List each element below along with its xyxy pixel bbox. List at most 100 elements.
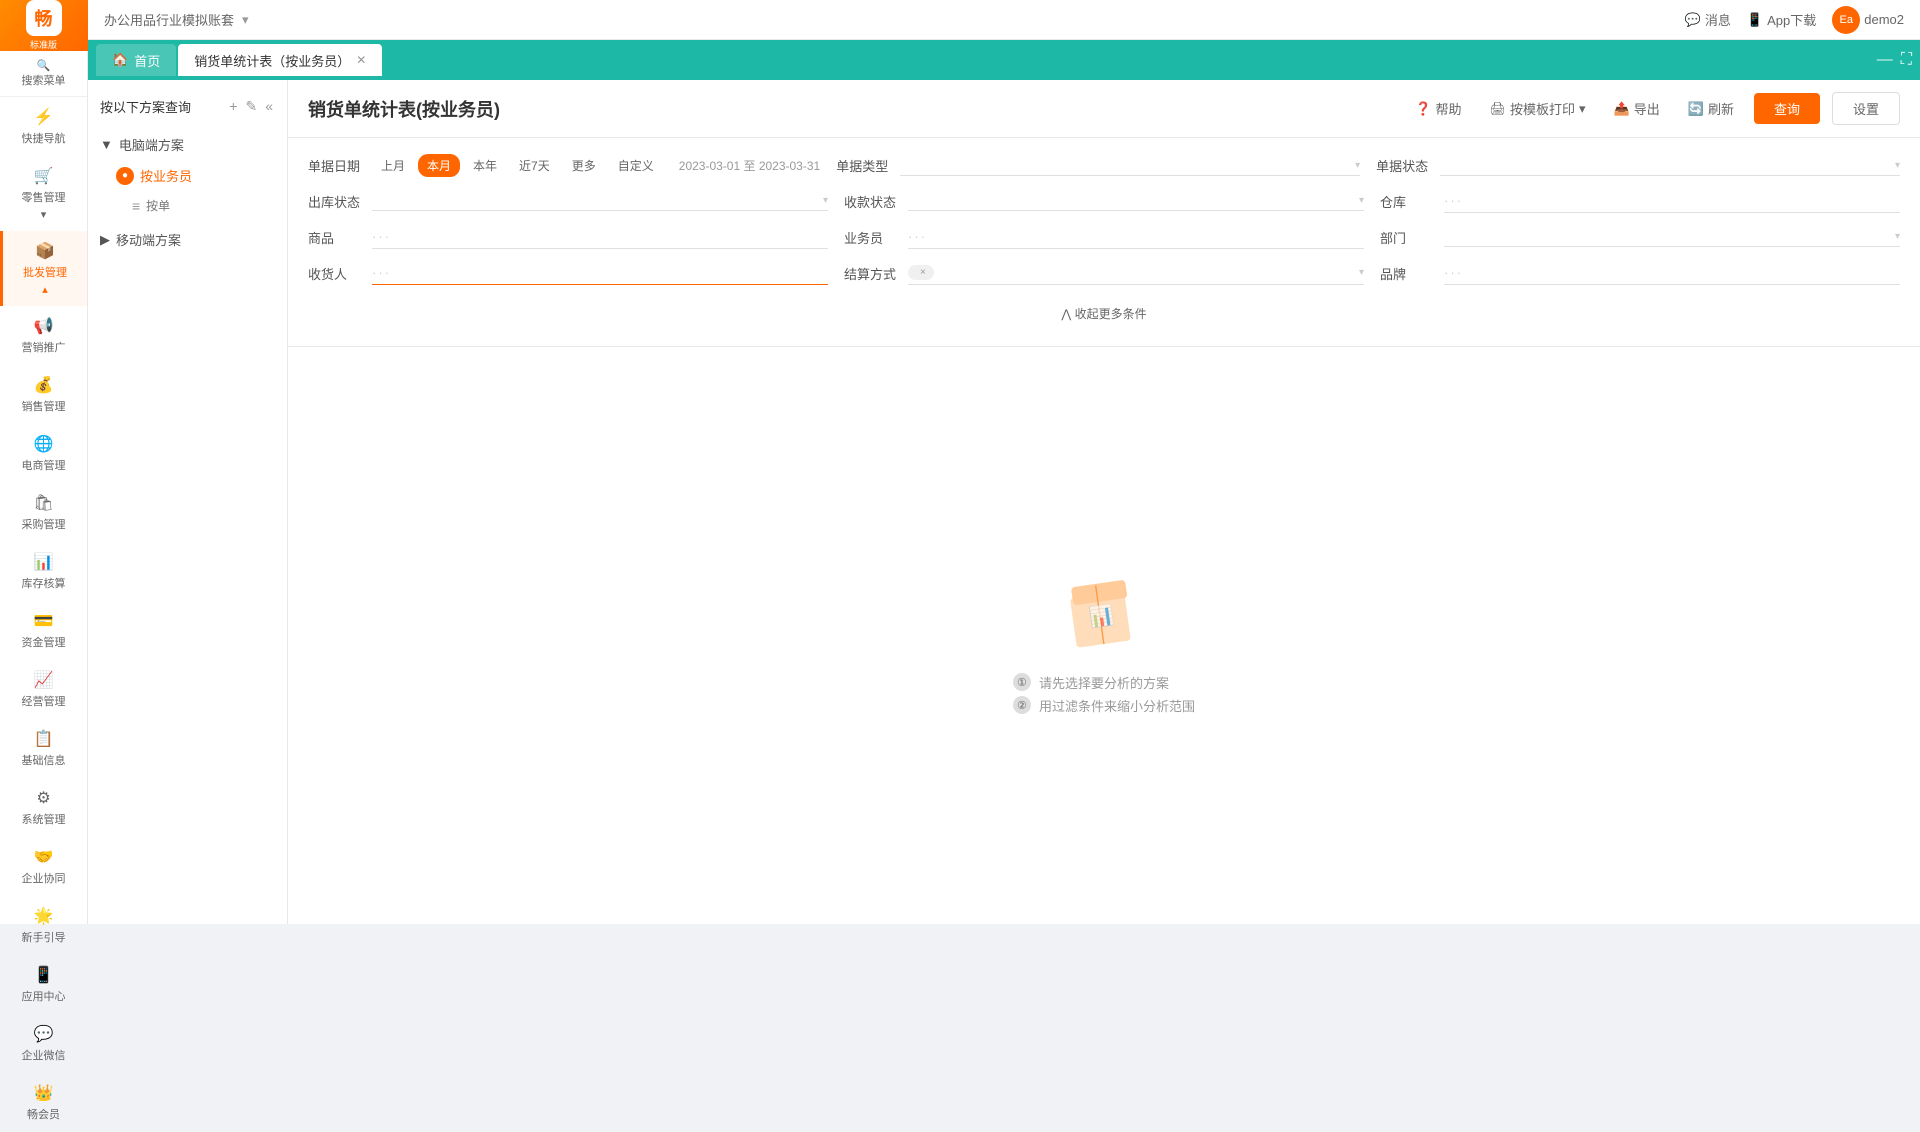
- scheme-group-mobile-header[interactable]: ▶ 移动端方案: [88, 224, 287, 255]
- scheme-sub-item-order[interactable]: ≡ 按单: [88, 191, 287, 220]
- print-btn[interactable]: 🖨 按模板打印 ▾: [1482, 95, 1594, 122]
- refresh-btn[interactable]: 🔄 刷新: [1680, 95, 1742, 122]
- sidebar-item-app-center[interactable]: 📱 应用中心: [0, 955, 87, 1014]
- inventory-icon: 📊: [34, 552, 54, 572]
- marketing-icon: 📢: [34, 316, 54, 336]
- payment-status-select[interactable]: ▾: [908, 191, 1364, 211]
- scheme-item-sales-person[interactable]: ● 按业务员: [88, 160, 287, 191]
- tab-minimize-icon[interactable]: —: [1877, 51, 1893, 69]
- date-btn-more[interactable]: 更多: [563, 154, 605, 177]
- scheme-group-mobile: ▶ 移动端方案: [88, 224, 287, 255]
- doc-status-label: 单据状态: [1376, 156, 1432, 175]
- payment-status-arrow-icon: ▾: [1359, 195, 1364, 206]
- basic-icon: 📋: [34, 729, 54, 749]
- sidebar-item-inventory[interactable]: 📊 库存核算: [0, 542, 87, 601]
- tab-close-icon[interactable]: ✕: [356, 53, 366, 67]
- date-btn-this-year[interactable]: 本年: [464, 154, 506, 177]
- tab-sales-stat[interactable]: 销货单统计表（按业务员） ✕: [178, 44, 382, 76]
- sidebar-item-corp-wechat[interactable]: 💬 企业微信: [0, 1014, 87, 1073]
- sidebar: 畅 标准版 🔍 搜索菜单 ⚡ 快捷导航 🛒 零售管理 ▾ 📦 批发管理 ▴ 📢 …: [0, 0, 88, 924]
- page-title: 销货单统计表(按业务员): [308, 96, 500, 122]
- date-btn-this-month[interactable]: 本月: [418, 154, 460, 177]
- date-btn-last7[interactable]: 近7天: [510, 154, 559, 177]
- salesperson-select[interactable]: ···: [908, 225, 1364, 249]
- settings-button[interactable]: 设置: [1832, 92, 1900, 125]
- doc-type-select[interactable]: ▾: [900, 156, 1360, 176]
- product-label: 商品: [308, 228, 364, 247]
- export-label: 导出: [1634, 99, 1660, 118]
- hint-1-text: 请先选择要分析的方案: [1039, 673, 1169, 692]
- warehouse-dots-icon[interactable]: ···: [1444, 193, 1463, 208]
- date-btn-last-month[interactable]: 上月: [372, 154, 414, 177]
- sidebar-item-retail[interactable]: 🛒 零售管理 ▾: [0, 156, 87, 231]
- sidebar-item-newcomer[interactable]: 🌟 新手引导: [0, 896, 87, 955]
- query-button[interactable]: 查询: [1754, 93, 1820, 124]
- app-download-btn[interactable]: 📱 App下载: [1747, 10, 1816, 29]
- finance-label: 资金管理: [22, 634, 66, 650]
- tab-home[interactable]: 🏠 首页: [96, 44, 176, 76]
- sales-label: 销售管理: [22, 398, 66, 414]
- tab-sales-label: 销货单统计表（按业务员）: [194, 51, 350, 70]
- topbar: 办公用品行业模拟账套 ▾ 💬 消息 📱 App下载 Ea demo2: [88, 0, 1920, 40]
- tab-maximize-icon[interactable]: ⛶: [1901, 51, 1912, 69]
- sidebar-item-purchase[interactable]: 🛍 采购管理: [0, 483, 87, 542]
- product-dots-icon[interactable]: ···: [372, 229, 391, 244]
- brand-select[interactable]: ···: [1444, 261, 1900, 285]
- print-label: 按模板打印: [1510, 99, 1575, 118]
- product-select[interactable]: ···: [372, 225, 828, 249]
- scheme-edit-icon[interactable]: ✎: [243, 96, 259, 117]
- date-btn-custom[interactable]: 自定义: [609, 154, 663, 177]
- collapse-bar[interactable]: ⋀ 收起更多条件: [308, 297, 1900, 330]
- workspace-dropdown-icon[interactable]: ▾: [242, 12, 249, 28]
- settlement-select[interactable]: × ▾: [908, 261, 1364, 285]
- doc-status-select[interactable]: ▾: [1440, 156, 1900, 176]
- collapse-up-icon: ⋀: [1061, 307, 1071, 321]
- sidebar-item-wholesale[interactable]: 📦 批发管理 ▴: [0, 231, 87, 306]
- scheme-header-actions: + ✎ «: [227, 96, 275, 117]
- scheme-group-pc-header[interactable]: ▼ 电脑端方案: [88, 129, 287, 160]
- settlement-tag[interactable]: ×: [908, 265, 934, 280]
- date-filter-buttons: 上月 本月 本年 近7天 更多 自定义: [372, 154, 663, 177]
- date-label: 单据日期: [308, 156, 364, 175]
- out-status-select[interactable]: ▾: [372, 191, 828, 211]
- sidebar-item-sales[interactable]: 💰 销售管理: [0, 365, 87, 424]
- export-btn[interactable]: 📤 导出: [1606, 95, 1668, 122]
- sidebar-item-operation[interactable]: 📈 经营管理: [0, 660, 87, 719]
- warehouse-select[interactable]: ···: [1444, 189, 1900, 213]
- receiver-select[interactable]: ···: [372, 261, 828, 285]
- sidebar-item-quick-nav[interactable]: ⚡ 快捷导航: [0, 97, 87, 156]
- sidebar-item-basic[interactable]: 📋 基础信息: [0, 719, 87, 778]
- message-btn[interactable]: 💬 消息: [1685, 10, 1731, 29]
- sidebar-search[interactable]: 🔍 搜索菜单: [0, 51, 87, 97]
- sidebar-item-marketing[interactable]: 📢 营销推广: [0, 306, 87, 365]
- home-icon: 🏠: [112, 52, 128, 68]
- ecommerce-label: 电商管理: [22, 457, 66, 473]
- salesperson-dots-icon[interactable]: ···: [908, 229, 927, 244]
- sidebar-item-system[interactable]: ⚙ 系统管理: [0, 778, 87, 837]
- filter-payment-status-field: 收款状态 ▾: [844, 191, 1364, 211]
- sidebar-item-ecommerce[interactable]: 🌐 电商管理: [0, 424, 87, 483]
- sidebar-item-finance[interactable]: 💳 资金管理: [0, 601, 87, 660]
- corp-wechat-label: 企业微信: [22, 1047, 66, 1063]
- doc-type-label: 单据类型: [836, 156, 892, 175]
- newcomer-icon: 🌟: [34, 906, 54, 926]
- scheme-item-sales-person-label: 按业务员: [140, 166, 192, 185]
- brand-dots-icon[interactable]: ···: [1444, 265, 1463, 280]
- filter-row-1: 单据日期 上月 本月 本年 近7天 更多 自定义 2023-03-01 至 20…: [308, 154, 1900, 177]
- filter-receiver-field: 收货人 ···: [308, 261, 828, 285]
- scheme-add-icon[interactable]: +: [227, 96, 239, 117]
- receiver-dots-icon[interactable]: ···: [372, 265, 391, 280]
- department-select[interactable]: ▾: [1444, 227, 1900, 247]
- sidebar-item-enterprise[interactable]: 🤝 企业协同: [0, 837, 87, 896]
- message-icon: 💬: [1685, 12, 1701, 28]
- help-btn[interactable]: ❓ 帮助: [1407, 95, 1469, 122]
- wholesale-arrow: ▴: [42, 283, 48, 296]
- avatar-text: Ea: [1840, 14, 1853, 26]
- salesperson-label: 业务员: [844, 228, 900, 247]
- sidebar-item-member[interactable]: 👑 畅会员: [0, 1073, 87, 1132]
- filter-area: 单据日期 上月 本月 本年 近7天 更多 自定义 2023-03-01 至 20…: [288, 138, 1920, 347]
- settlement-close-icon[interactable]: ×: [920, 267, 926, 278]
- scheme-collapse-icon[interactable]: «: [263, 96, 275, 117]
- workspace-title: 办公用品行业模拟账套: [104, 10, 234, 29]
- user-profile-btn[interactable]: Ea demo2: [1832, 6, 1904, 34]
